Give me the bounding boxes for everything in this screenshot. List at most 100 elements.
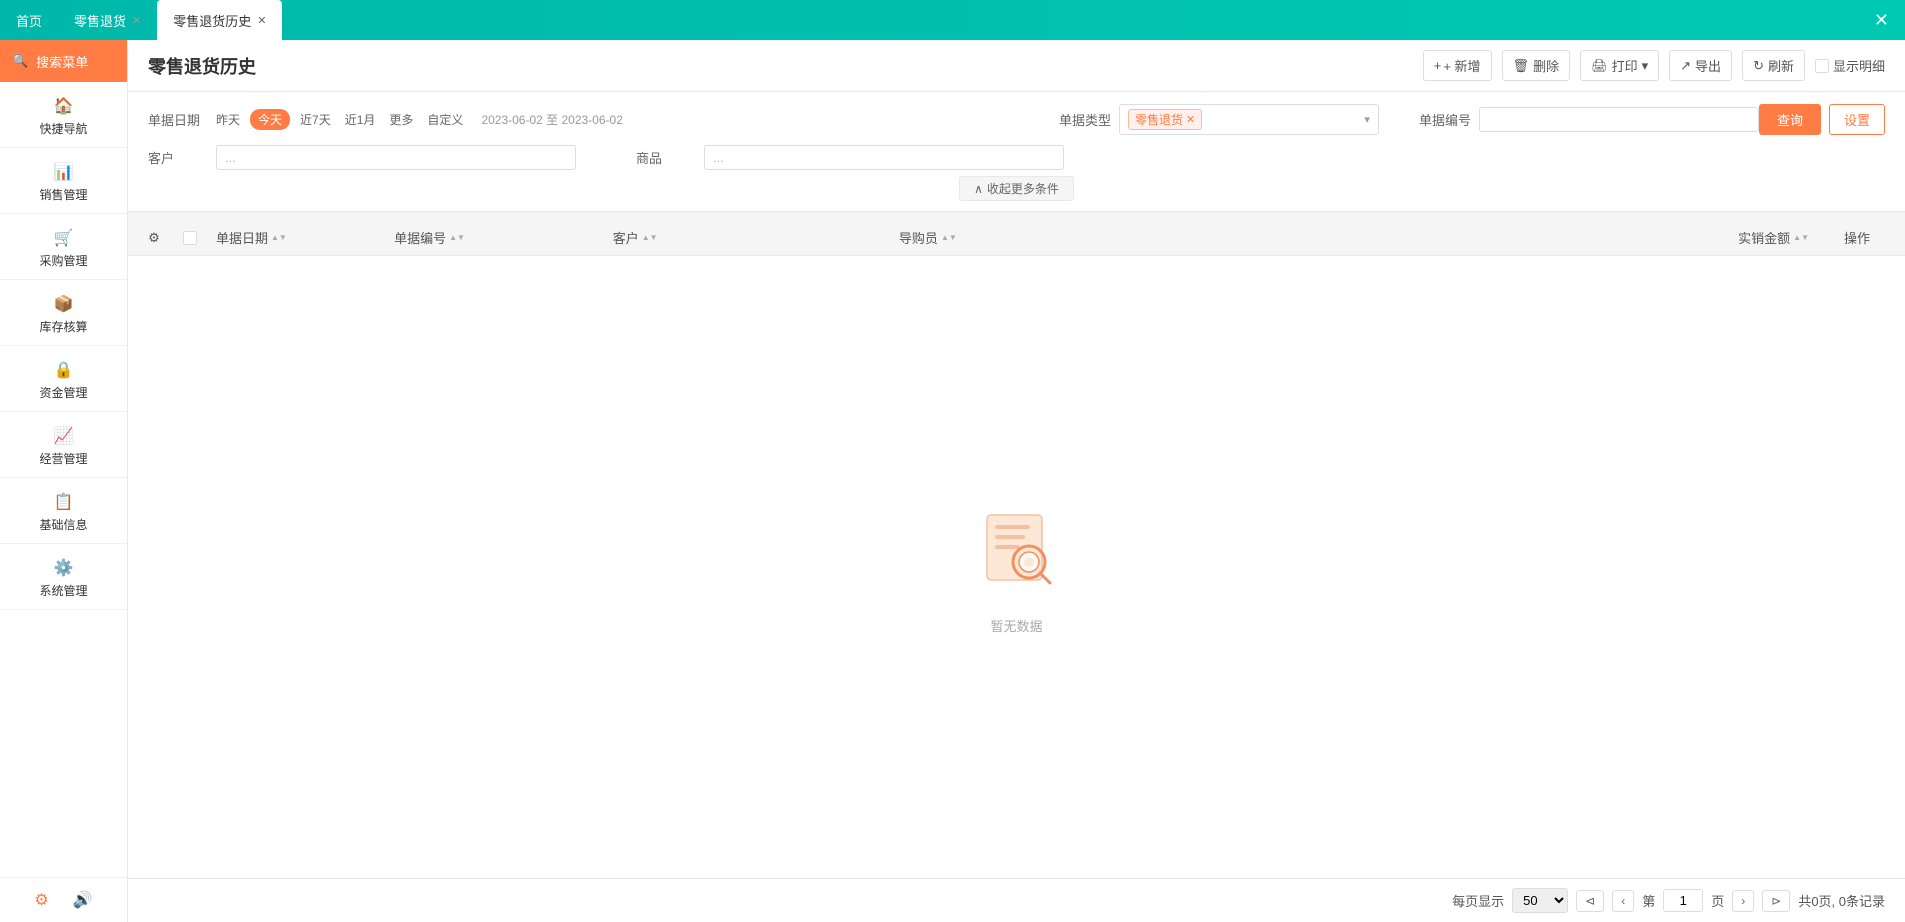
- date-options: 昨天 今天 近7天 近1月 更多 自定义 2023-06-02 至 2023-0…: [212, 109, 623, 130]
- toolbar: + + 新增 🗑 删除 🖨 打印 ▾ ↗ 导出 ↻: [1423, 50, 1885, 81]
- col-bill-no[interactable]: 单据编号 ▲▼: [386, 228, 605, 247]
- sidebar-item-operations-label: 经营管理: [39, 450, 87, 467]
- per-page-select[interactable]: 50 100 200: [1512, 888, 1568, 913]
- bill-type-tag-close[interactable]: ✕: [1186, 113, 1195, 126]
- sidebar-search-label: 搜索菜单: [36, 52, 88, 71]
- date-opt-last-month[interactable]: 近1月: [341, 109, 380, 130]
- tab-retail-return-history-close[interactable]: ✕: [257, 14, 266, 27]
- content-area: 零售退货历史 + + 新增 🗑 删除 🖨 打印 ▾ ↗ 导出: [128, 40, 1905, 922]
- customer-input[interactable]: [216, 145, 576, 170]
- col-checkbox[interactable]: [172, 231, 208, 245]
- table-settings-icon[interactable]: ⚙: [148, 230, 160, 246]
- tab-home[interactable]: 首页: [0, 0, 58, 40]
- sidebar-item-finance[interactable]: 🔒 资金管理: [0, 346, 127, 412]
- collapse-button[interactable]: ∧ 收起更多条件: [959, 176, 1074, 201]
- box-icon: 📦: [54, 294, 74, 314]
- print-button[interactable]: 🖨 打印 ▾: [1580, 50, 1659, 81]
- sidebar-item-quick-nav[interactable]: 🏠 快捷导航: [0, 82, 127, 148]
- print-icon: 🖨: [1591, 58, 1608, 74]
- table-header: ⚙ 单据日期 ▲▼ 单据编号 ▲▼ 客户 ▲▼ 导购员: [128, 220, 1905, 256]
- sidebar-item-operations[interactable]: 📈 经营管理: [0, 412, 127, 478]
- page-title: 零售退货历史: [148, 53, 1423, 79]
- last-page-button[interactable]: ⊳: [1762, 890, 1790, 912]
- goods-input[interactable]: [704, 145, 1064, 170]
- filter-area: 单据日期 昨天 今天 近7天 近1月 更多 自定义 2023-06-02 至 2…: [128, 92, 1905, 212]
- pagination: 每页显示 50 100 200 ⊲ ‹ 第 页 › ⊳ 共0页, 0条记录: [128, 878, 1905, 922]
- col-settings[interactable]: ⚙: [136, 230, 172, 246]
- page-label: 第: [1642, 891, 1655, 910]
- tab-retail-return-close[interactable]: ✕: [132, 14, 141, 27]
- sidebar-item-system-mgmt[interactable]: ⚙️ 系统管理: [0, 544, 127, 610]
- export-icon: ↗: [1680, 58, 1691, 74]
- delete-button[interactable]: 🗑 删除: [1502, 50, 1571, 81]
- filter-row-1: 单据日期 昨天 今天 近7天 近1月 更多 自定义 2023-06-02 至 2…: [148, 104, 1885, 135]
- next-page-button[interactable]: ›: [1732, 890, 1754, 912]
- date-filter-label: 单据日期: [148, 110, 208, 129]
- tab-retail-return[interactable]: 零售退货 ✕: [58, 0, 157, 40]
- chart-icon: 📊: [54, 162, 74, 182]
- select-all-checkbox[interactable]: [183, 231, 197, 245]
- show-detail-toggle[interactable]: 显示明细: [1815, 56, 1885, 75]
- collapse-bar: ∧ 收起更多条件: [148, 176, 1885, 201]
- bill-type-select[interactable]: 零售退货 ✕ ▾: [1119, 104, 1379, 135]
- filter-row-2: 客户 商品: [148, 145, 1885, 170]
- sidebar-settings-icon[interactable]: ⚙: [34, 890, 48, 910]
- clipboard-icon: 📋: [54, 492, 74, 512]
- date-opt-yesterday[interactable]: 昨天: [212, 109, 244, 130]
- bill-type-filter-wrap: 单据类型 零售退货 ✕ ▾: [1059, 104, 1379, 135]
- first-page-button[interactable]: ⊲: [1576, 890, 1604, 912]
- empty-state: 暂无数据: [128, 256, 1905, 878]
- top-bar: 首页 零售退货 ✕ 零售退货历史 ✕ ✕: [0, 0, 1905, 40]
- print-dropdown-icon: ▾: [1642, 58, 1649, 74]
- page-input[interactable]: [1663, 889, 1703, 912]
- prev-page-button[interactable]: ‹: [1612, 890, 1634, 912]
- col-guide[interactable]: 导购员 ▲▼: [891, 228, 1110, 247]
- sidebar-item-inventory-label: 库存核算: [39, 318, 87, 335]
- sidebar-item-base-info[interactable]: 📋 基础信息: [0, 478, 127, 544]
- sidebar-item-inventory[interactable]: 📦 库存核算: [0, 280, 127, 346]
- sidebar-bottom: ⚙ 🔊: [0, 877, 127, 922]
- col-action: 操作: [1817, 228, 1897, 247]
- tab-retail-return-history[interactable]: 零售退货历史 ✕: [157, 0, 282, 40]
- empty-icon: [967, 500, 1067, 600]
- col-date[interactable]: 单据日期 ▲▼: [208, 228, 386, 247]
- guide-sort-icon: ▲▼: [941, 234, 957, 242]
- search-icon: 🔍: [12, 53, 28, 69]
- sidebar-item-purchase-mgmt[interactable]: 🛒 采购管理: [0, 214, 127, 280]
- bill-number-input[interactable]: [1479, 107, 1759, 132]
- col-amount[interactable]: 实销金额 ▲▼: [1666, 228, 1817, 247]
- show-detail-checkbox[interactable]: [1815, 59, 1829, 73]
- export-button[interactable]: ↗ 导出: [1669, 50, 1732, 81]
- bill-type-dropdown-icon: ▾: [1364, 113, 1370, 126]
- customer-filter-wrap: 客户: [148, 145, 576, 170]
- sidebar-search[interactable]: 🔍 搜索菜单: [0, 40, 127, 82]
- refresh-button[interactable]: ↻ 刷新: [1742, 50, 1805, 81]
- date-opt-custom[interactable]: 自定义: [423, 109, 467, 130]
- sidebar-sound-icon[interactable]: 🔊: [73, 890, 93, 910]
- lock-icon: 🔒: [54, 360, 74, 380]
- empty-text: 暂无数据: [990, 616, 1042, 635]
- sidebar-item-quick-nav-label: 快捷导航: [39, 120, 87, 137]
- operations-icon: 📈: [54, 426, 74, 446]
- col-customer[interactable]: 客户 ▲▼: [605, 228, 891, 247]
- setting-button[interactable]: 设置: [1829, 104, 1885, 135]
- date-opt-today[interactable]: 今天: [250, 109, 290, 130]
- date-opt-more[interactable]: 更多: [385, 109, 417, 130]
- sidebar-item-base-info-label: 基础信息: [39, 516, 87, 533]
- goods-filter-wrap: 商品: [636, 145, 1064, 170]
- sidebar: 🔍 搜索菜单 🏠 快捷导航 📊 销售管理 🛒 采购管理 📦 库存核算 🔒 资金管…: [0, 40, 128, 922]
- window-close-button[interactable]: ✕: [1874, 10, 1889, 31]
- home-icon: 🏠: [54, 96, 74, 116]
- page-unit: 页: [1711, 891, 1724, 910]
- new-button[interactable]: + + 新增: [1423, 50, 1492, 81]
- bill-number-label: 单据编号: [1419, 110, 1471, 129]
- customer-sort-icon: ▲▼: [642, 234, 658, 242]
- date-opt-last7[interactable]: 近7天: [296, 109, 335, 130]
- main-layout: 🔍 搜索菜单 🏠 快捷导航 📊 销售管理 🛒 采购管理 📦 库存核算 🔒 资金管…: [0, 40, 1905, 922]
- pagination-summary: 共0页, 0条记录: [1798, 891, 1885, 910]
- bill-number-filter-wrap: 单据编号: [1419, 107, 1759, 132]
- query-button[interactable]: 查询: [1759, 104, 1821, 135]
- sidebar-item-sales-mgmt[interactable]: 📊 销售管理: [0, 148, 127, 214]
- customer-label: 客户: [148, 148, 208, 167]
- plus-icon: +: [1434, 58, 1442, 73]
